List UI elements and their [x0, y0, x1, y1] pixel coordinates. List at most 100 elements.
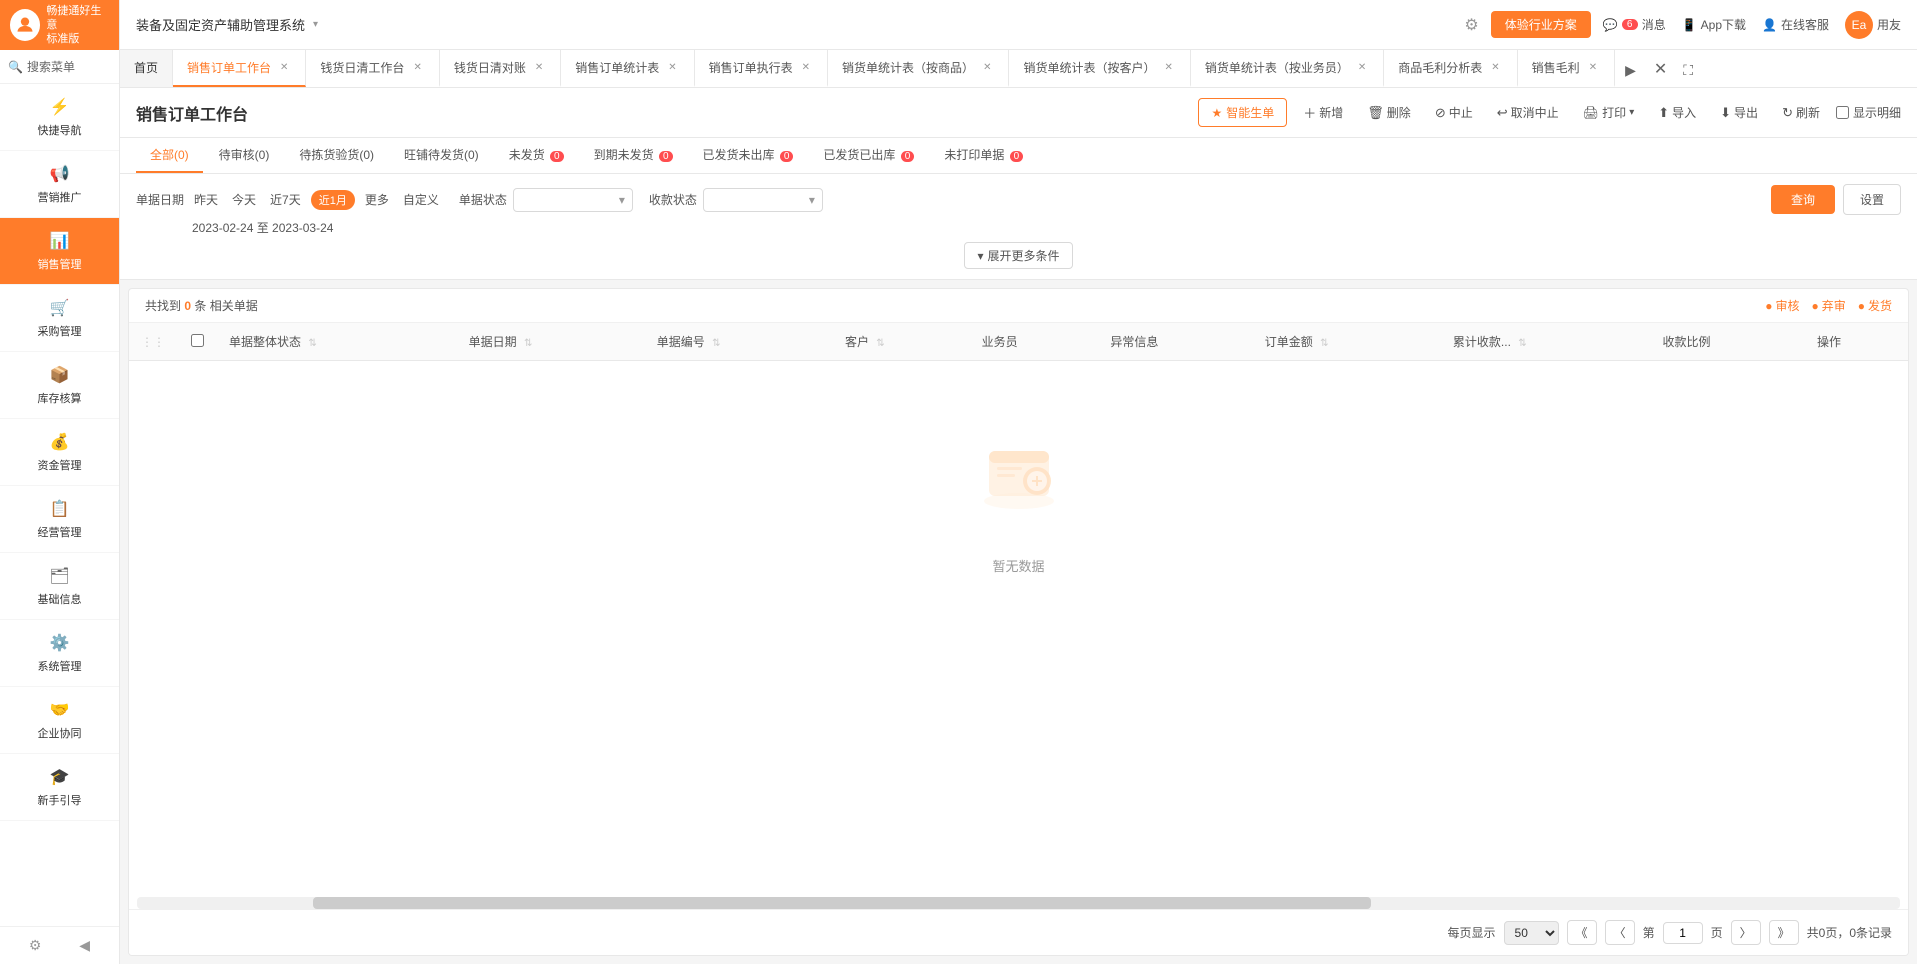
tab-close-icon[interactable]: ✕	[980, 61, 994, 74]
user-item[interactable]: Ea 用友	[1845, 11, 1901, 39]
cancel-suspend-button[interactable]: ↩ 取消中止	[1489, 100, 1567, 125]
review-button[interactable]: ● 审核	[1765, 297, 1799, 314]
per-page-select[interactable]: 50 20 100	[1504, 921, 1559, 945]
tab-sales-profit[interactable]: 销售毛利 ✕	[1518, 50, 1615, 87]
topbar-gear-icon[interactable]: ⚙	[1464, 15, 1478, 35]
refresh-button[interactable]: ↻ 刷新	[1774, 100, 1828, 125]
sort-icon[interactable]: ⇅	[712, 338, 720, 349]
tab-sales-stats[interactable]: 销售订单统计表 ✕	[561, 50, 694, 87]
page-input[interactable]	[1663, 922, 1703, 944]
tab-close-icon[interactable]: ✕	[1488, 61, 1502, 74]
export-button[interactable]: ⬇ 导出	[1712, 100, 1766, 125]
tab-cash-daily[interactable]: 钱货日清工作台 ✕	[306, 50, 439, 87]
tab-more-button[interactable]: ▶	[1615, 54, 1646, 87]
tab-cash-reconcile[interactable]: 钱货日清对账 ✕	[440, 50, 561, 87]
filter-status-item: 单据状态	[459, 188, 633, 212]
first-page-button[interactable]: 《	[1567, 920, 1597, 945]
date-btn-yesterday[interactable]: 昨天	[190, 189, 222, 210]
tab-gross-profit[interactable]: 商品毛利分析表 ✕	[1384, 50, 1517, 87]
subtab-pending-review[interactable]: 待审核(0)	[205, 138, 284, 173]
scrollbar-thumb[interactable]	[313, 897, 1371, 909]
sidebar-item-guide[interactable]: 🎓 新手引导	[0, 754, 119, 821]
sort-icon[interactable]: ⇅	[308, 338, 316, 349]
sort-icon[interactable]: ⇅	[1518, 338, 1526, 349]
date-btn-today[interactable]: 今天	[228, 189, 260, 210]
subtab-overdue-not-shipped[interactable]: 到期未发货 0	[580, 138, 687, 173]
sort-icon[interactable]: ⇅	[1320, 338, 1328, 349]
tab-maximize-button[interactable]: ⛶	[1675, 54, 1701, 87]
date-btn-7days[interactable]: 近7天	[266, 189, 305, 210]
last-page-button[interactable]: 》	[1769, 920, 1799, 945]
horizontal-scrollbar[interactable]	[137, 897, 1900, 909]
prev-page-button[interactable]: 〈	[1605, 920, 1635, 945]
tab-close-icon[interactable]: ✕	[532, 61, 546, 74]
query-button[interactable]: 查询	[1771, 185, 1835, 214]
tab-sales-stats-customer[interactable]: 销货单统计表（按客户） ✕	[1009, 50, 1190, 87]
expand-filter-button[interactable]: ▾ 展开更多条件	[964, 242, 1072, 269]
sidebar-item-inventory[interactable]: 📦 库存核算	[0, 352, 119, 419]
message-item[interactable]: 💬 6 消息	[1603, 16, 1666, 33]
print-button[interactable]: 🖨 打印 ▾	[1575, 100, 1643, 125]
filter-settings-button[interactable]: 设置	[1843, 184, 1901, 215]
service-icon: 👤	[1762, 18, 1777, 32]
sidebar-item-quick-nav[interactable]: ⚡ 快捷导航	[0, 84, 119, 151]
tab-sales-exec[interactable]: 销售订单执行表 ✕	[695, 50, 828, 87]
subtab-shipped-not-warehouse[interactable]: 已发货未出库 0	[689, 138, 808, 173]
online-service-item[interactable]: 👤 在线客服	[1762, 16, 1829, 33]
tab-sales-stats-product[interactable]: 销货单统计表（按商品） ✕	[828, 50, 1009, 87]
payment-select[interactable]	[703, 188, 823, 212]
sidebar-item-purchase[interactable]: 🛒 采购管理	[0, 285, 119, 352]
sidebar-item-sales[interactable]: 📊 销售管理	[0, 218, 119, 285]
tab-close-icon[interactable]: ✕	[1355, 61, 1369, 74]
sidebar-item-marketing[interactable]: 📢 营销推广	[0, 151, 119, 218]
date-btn-more[interactable]: 更多	[361, 189, 393, 210]
tab-close-icon[interactable]: ✕	[665, 61, 679, 74]
subtab-not-shipped[interactable]: 未发货 0	[495, 138, 578, 173]
status-select-wrap	[513, 188, 633, 212]
sort-icon[interactable]: ⇅	[876, 338, 884, 349]
subtab-shipped-out-warehouse[interactable]: 已发货已出库 0	[809, 138, 928, 173]
collapse-icon[interactable]: ◀	[79, 937, 90, 954]
status-select[interactable]	[513, 188, 633, 212]
delete-button[interactable]: 🗑 删除	[1359, 100, 1419, 125]
sidebar-item-finance[interactable]: 💰 资金管理	[0, 419, 119, 486]
experience-btn[interactable]: 体验行业方案	[1491, 11, 1591, 38]
abandon-review-button[interactable]: ● 弃审	[1811, 297, 1845, 314]
tab-sales-workbench[interactable]: 销售订单工作台 ✕	[173, 50, 306, 87]
date-btn-1month[interactable]: 近1月	[311, 190, 355, 210]
import-button[interactable]: ⬆ 导入	[1650, 100, 1704, 125]
app-download-item[interactable]: 📱 App下载	[1682, 16, 1746, 33]
tab-close-icon[interactable]: ✕	[1586, 61, 1600, 74]
add-button[interactable]: ＋ 新增	[1295, 99, 1351, 126]
subtab-pending-inspect[interactable]: 待拣货验货(0)	[285, 138, 388, 173]
sidebar-item-basic[interactable]: 🗂 基础信息	[0, 553, 119, 620]
tab-close-icon[interactable]: ✕	[277, 61, 291, 74]
sidebar-search[interactable]: 🔍 搜索菜单	[0, 50, 119, 84]
next-page-button[interactable]: 〉	[1731, 920, 1761, 945]
sidebar-item-operation[interactable]: 📋 经营管理	[0, 486, 119, 553]
tab-sales-stats-salesman[interactable]: 销货单统计表（按业务员） ✕	[1191, 50, 1384, 87]
th-checkbox[interactable]	[177, 323, 217, 361]
tab-close-all-button[interactable]: ✕	[1646, 51, 1675, 87]
suspend-button[interactable]: ⊘ 中止	[1427, 100, 1481, 125]
date-btn-custom[interactable]: 自定义	[399, 189, 443, 210]
show-detail-checkbox[interactable]	[1836, 106, 1849, 119]
tab-home[interactable]: 首页	[120, 50, 173, 87]
select-all-checkbox[interactable]	[191, 334, 204, 347]
smart-generate-button[interactable]: ★ 智能生单	[1198, 98, 1287, 127]
print-dropdown-icon[interactable]: ▾	[1629, 107, 1634, 118]
subtab-not-printed[interactable]: 未打印单据 0	[930, 138, 1037, 173]
sort-icon[interactable]: ⇅	[524, 338, 532, 349]
tab-close-icon[interactable]: ✕	[1161, 61, 1175, 74]
topbar-dropdown-icon[interactable]: ▾	[313, 19, 318, 30]
show-detail-label[interactable]: 显示明细	[1836, 104, 1901, 121]
settings-icon[interactable]: ⚙	[29, 937, 42, 954]
tab-close-icon[interactable]: ✕	[799, 61, 813, 74]
th-customer: 客户 ⇅	[833, 323, 970, 361]
subtab-all[interactable]: 全部(0)	[136, 138, 203, 173]
subtab-wangpu-pending[interactable]: 旺铺待发货(0)	[390, 138, 493, 173]
ship-button[interactable]: ● 发货	[1858, 297, 1892, 314]
sidebar-item-enterprise[interactable]: 🤝 企业协同	[0, 687, 119, 754]
sidebar-item-system[interactable]: ⚙️ 系统管理	[0, 620, 119, 687]
tab-close-icon[interactable]: ✕	[410, 61, 424, 74]
